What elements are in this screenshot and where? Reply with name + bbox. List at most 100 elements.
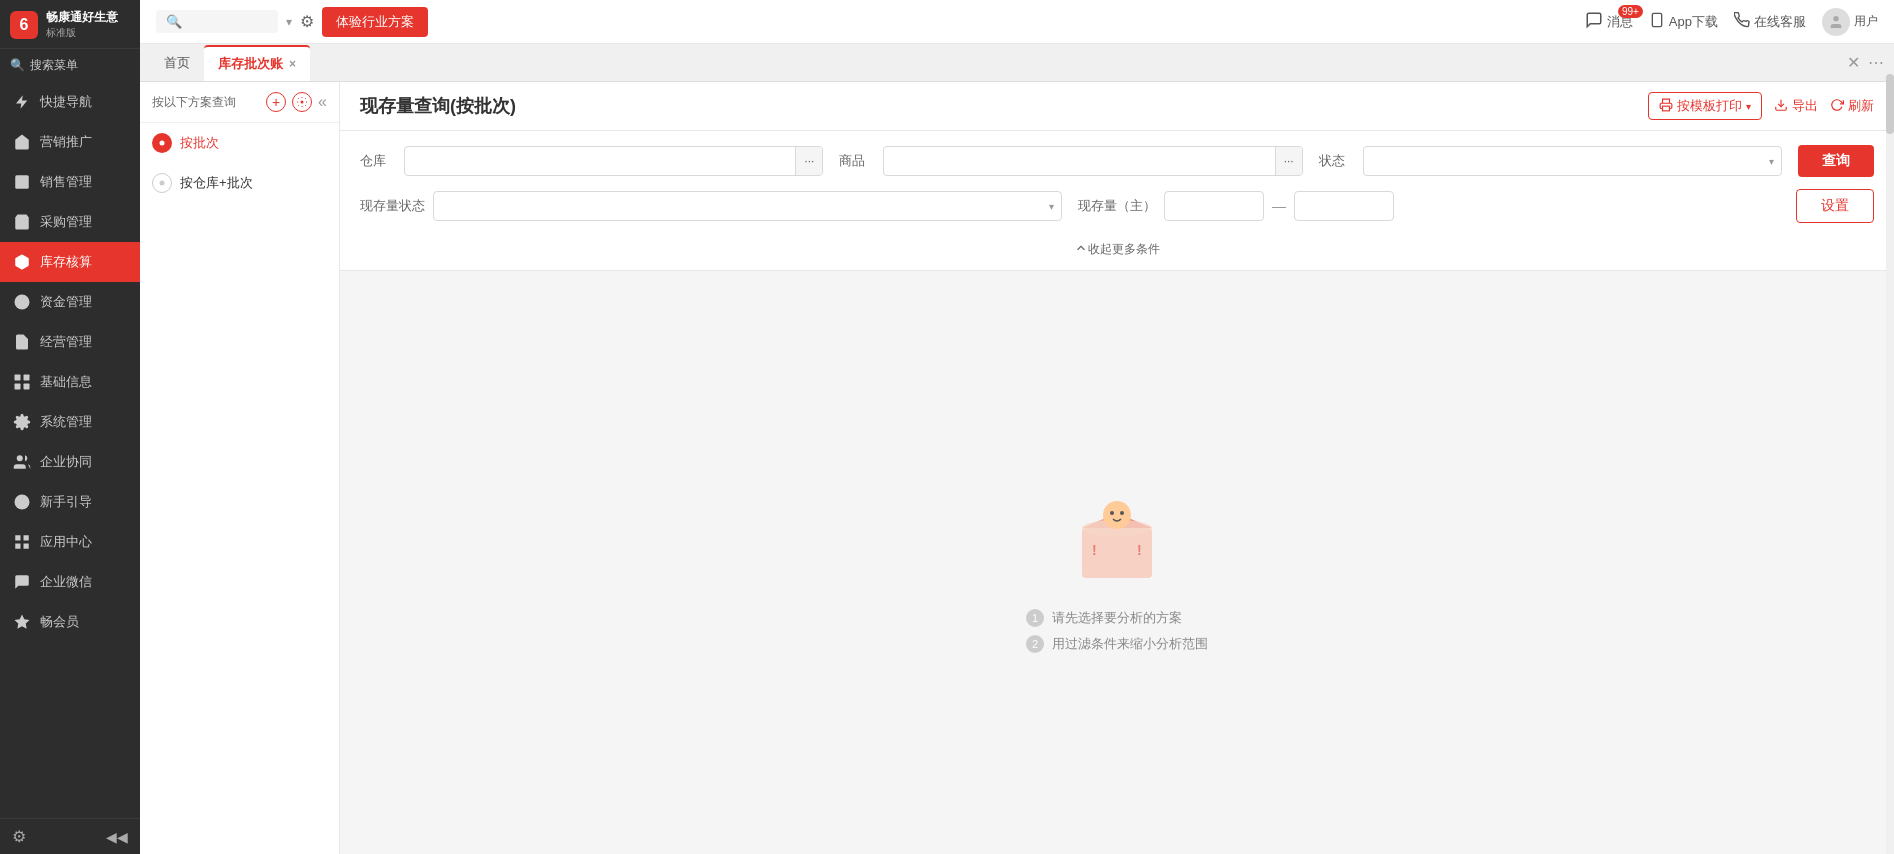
marketing-icon bbox=[12, 132, 32, 152]
scheme-settings-icon[interactable] bbox=[292, 92, 312, 112]
active-scheme-dot bbox=[152, 133, 172, 153]
status-select[interactable] bbox=[1363, 146, 1782, 176]
warehouse-select-btn[interactable]: ··· bbox=[795, 147, 822, 175]
stock-status-label: 现存量状态 bbox=[360, 197, 425, 215]
app-download-btn[interactable]: App下载 bbox=[1649, 12, 1718, 31]
query-btn[interactable]: 查询 bbox=[1798, 145, 1874, 177]
sidebar-item-inventory[interactable]: 库存核算 bbox=[0, 242, 140, 282]
filter-scheme-by-batch[interactable]: 按批次 bbox=[140, 123, 339, 163]
filter-scheme-label: 按仓库+批次 bbox=[180, 174, 253, 192]
sidebar-settings-icon[interactable]: ⚙ bbox=[12, 827, 26, 846]
tab-expand-icon[interactable]: ⋯ bbox=[1868, 53, 1884, 72]
collapse-panel-icon[interactable]: « bbox=[318, 93, 327, 111]
sidebar-item-label: 企业协同 bbox=[40, 453, 92, 471]
export-btn[interactable]: 导出 bbox=[1774, 97, 1818, 115]
refresh-icon bbox=[1830, 98, 1844, 115]
tab-home-label: 首页 bbox=[164, 54, 190, 72]
empty-tip-2: 2 用过滤条件来缩小分析范围 bbox=[1026, 635, 1208, 653]
messages-btn[interactable]: 消息 99+ bbox=[1585, 11, 1633, 32]
sidebar-item-apps[interactable]: 应用中心 bbox=[0, 522, 140, 562]
app-title: 畅康通好生意 bbox=[46, 10, 118, 26]
topbar-right: 消息 99+ App下载 在线客服 用户 bbox=[1585, 8, 1878, 36]
product-label: 商品 bbox=[839, 152, 875, 170]
sidebar-item-shortcut[interactable]: 快捷导航 bbox=[0, 82, 140, 122]
enterprise-icon bbox=[12, 452, 32, 472]
refresh-btn[interactable]: 刷新 bbox=[1830, 97, 1874, 115]
finance-icon bbox=[12, 292, 32, 312]
settings-btn[interactable]: 设置 bbox=[1796, 189, 1874, 223]
topbar: 🔍 ▾ ⚙ 体验行业方案 消息 99+ App下载 bbox=[140, 0, 1894, 44]
sidebar-item-purchase[interactable]: 采购管理 bbox=[0, 202, 140, 242]
svg-point-27 bbox=[1110, 511, 1114, 515]
inventory-icon bbox=[12, 252, 32, 272]
svg-point-28 bbox=[1120, 511, 1124, 515]
print-dropdown-icon[interactable]: ▾ bbox=[1746, 101, 1751, 112]
guide-icon bbox=[12, 492, 32, 512]
svg-rect-20 bbox=[1663, 106, 1670, 111]
sidebar-item-label: 库存核算 bbox=[40, 253, 92, 271]
scrollbar-track[interactable] bbox=[1886, 44, 1894, 854]
tip-num-1: 1 bbox=[1026, 609, 1044, 627]
apps-icon bbox=[12, 532, 32, 552]
print-btn[interactable]: 按模板打印 ▾ bbox=[1648, 92, 1762, 120]
add-scheme-icon[interactable]: + bbox=[266, 92, 286, 112]
topbar-gear-icon[interactable]: ⚙ bbox=[300, 12, 314, 31]
product-field: 商品 ··· bbox=[839, 146, 1302, 176]
collapse-up-icon bbox=[1074, 241, 1088, 258]
svg-rect-9 bbox=[15, 535, 20, 540]
warehouse-label: 仓库 bbox=[360, 152, 396, 170]
sidebar-item-system[interactable]: 系统管理 bbox=[0, 402, 140, 442]
sidebar-search[interactable]: 🔍 搜索菜单 bbox=[0, 49, 140, 82]
svg-point-19 bbox=[160, 181, 165, 186]
tab-close-icon[interactable]: × bbox=[289, 57, 296, 71]
tab-inventory-batch[interactable]: 库存批次账 × bbox=[204, 45, 310, 81]
sales-icon bbox=[12, 172, 32, 192]
stock-qty-min-input[interactable] bbox=[1164, 191, 1264, 221]
sidebar-item-label: 销售管理 bbox=[40, 173, 92, 191]
sidebar-item-sales[interactable]: 销售管理 bbox=[0, 162, 140, 202]
online-service-btn[interactable]: 在线客服 bbox=[1734, 12, 1806, 31]
warehouse-input-wrapper: ··· bbox=[404, 146, 823, 176]
svg-rect-12 bbox=[24, 543, 29, 548]
user-avatar-btn[interactable]: 用户 bbox=[1822, 8, 1878, 36]
stock-qty-max-input[interactable] bbox=[1294, 191, 1394, 221]
sidebar-search-label: 搜索菜单 bbox=[30, 57, 78, 74]
topbar-search-box[interactable]: 🔍 bbox=[156, 10, 278, 33]
sidebar-item-label: 应用中心 bbox=[40, 533, 92, 551]
stock-status-select-wrapper: ▾ bbox=[433, 191, 1062, 221]
sidebar-item-label: 基础信息 bbox=[40, 373, 92, 391]
inactive-scheme-dot bbox=[152, 173, 172, 193]
sidebar-header: 6 畅康通好生意 标准版 bbox=[0, 0, 140, 49]
sidebar-item-label: 新手引导 bbox=[40, 493, 92, 511]
filter-panel-actions: + « bbox=[266, 92, 327, 112]
tabbar: 首页 库存批次账 × ✕ ⋯ bbox=[140, 44, 1894, 82]
sidebar-item-wechat[interactable]: 企业微信 bbox=[0, 562, 140, 602]
svg-point-1 bbox=[15, 294, 30, 309]
svg-rect-2 bbox=[15, 374, 21, 380]
topbar-search-input[interactable] bbox=[188, 15, 268, 29]
product-select-btn[interactable]: ··· bbox=[1275, 147, 1302, 175]
svg-text:!: ! bbox=[1092, 542, 1097, 558]
sidebar-footer: ⚙ ◀◀ bbox=[0, 818, 140, 854]
sidebar-item-guide[interactable]: 新手引导 bbox=[0, 482, 140, 522]
sidebar-item-operation[interactable]: 经营管理 bbox=[0, 322, 140, 362]
stock-status-select[interactable] bbox=[433, 191, 1062, 221]
sidebar-item-enterprise[interactable]: 企业协同 bbox=[0, 442, 140, 482]
sidebar-item-marketing[interactable]: 营销推广 bbox=[0, 122, 140, 162]
experience-btn[interactable]: 体验行业方案 bbox=[322, 7, 428, 37]
sidebar-item-label: 营销推广 bbox=[40, 133, 92, 151]
product-input[interactable] bbox=[884, 154, 1274, 169]
dropdown-arrow-icon[interactable]: ▾ bbox=[286, 15, 292, 29]
scrollbar-thumb[interactable] bbox=[1886, 74, 1894, 134]
sidebar-collapse-icon[interactable]: ◀◀ bbox=[106, 829, 128, 845]
filter-scheme-by-warehouse-batch[interactable]: 按仓库+批次 bbox=[140, 163, 339, 203]
sidebar-item-basic[interactable]: 基础信息 bbox=[0, 362, 140, 402]
warehouse-input[interactable] bbox=[405, 154, 795, 169]
collapse-more-conditions[interactable]: 收起更多条件 bbox=[360, 235, 1874, 260]
sidebar-item-finance[interactable]: 资金管理 bbox=[0, 282, 140, 322]
page-content: 按以下方案查询 + « 按批次 按仓库+批次 bbox=[140, 82, 1894, 854]
tab-close-btn[interactable]: ✕ bbox=[1847, 53, 1860, 72]
product-input-wrapper: ··· bbox=[883, 146, 1302, 176]
tab-home[interactable]: 首页 bbox=[150, 46, 204, 80]
sidebar-item-member[interactable]: 畅会员 bbox=[0, 602, 140, 642]
